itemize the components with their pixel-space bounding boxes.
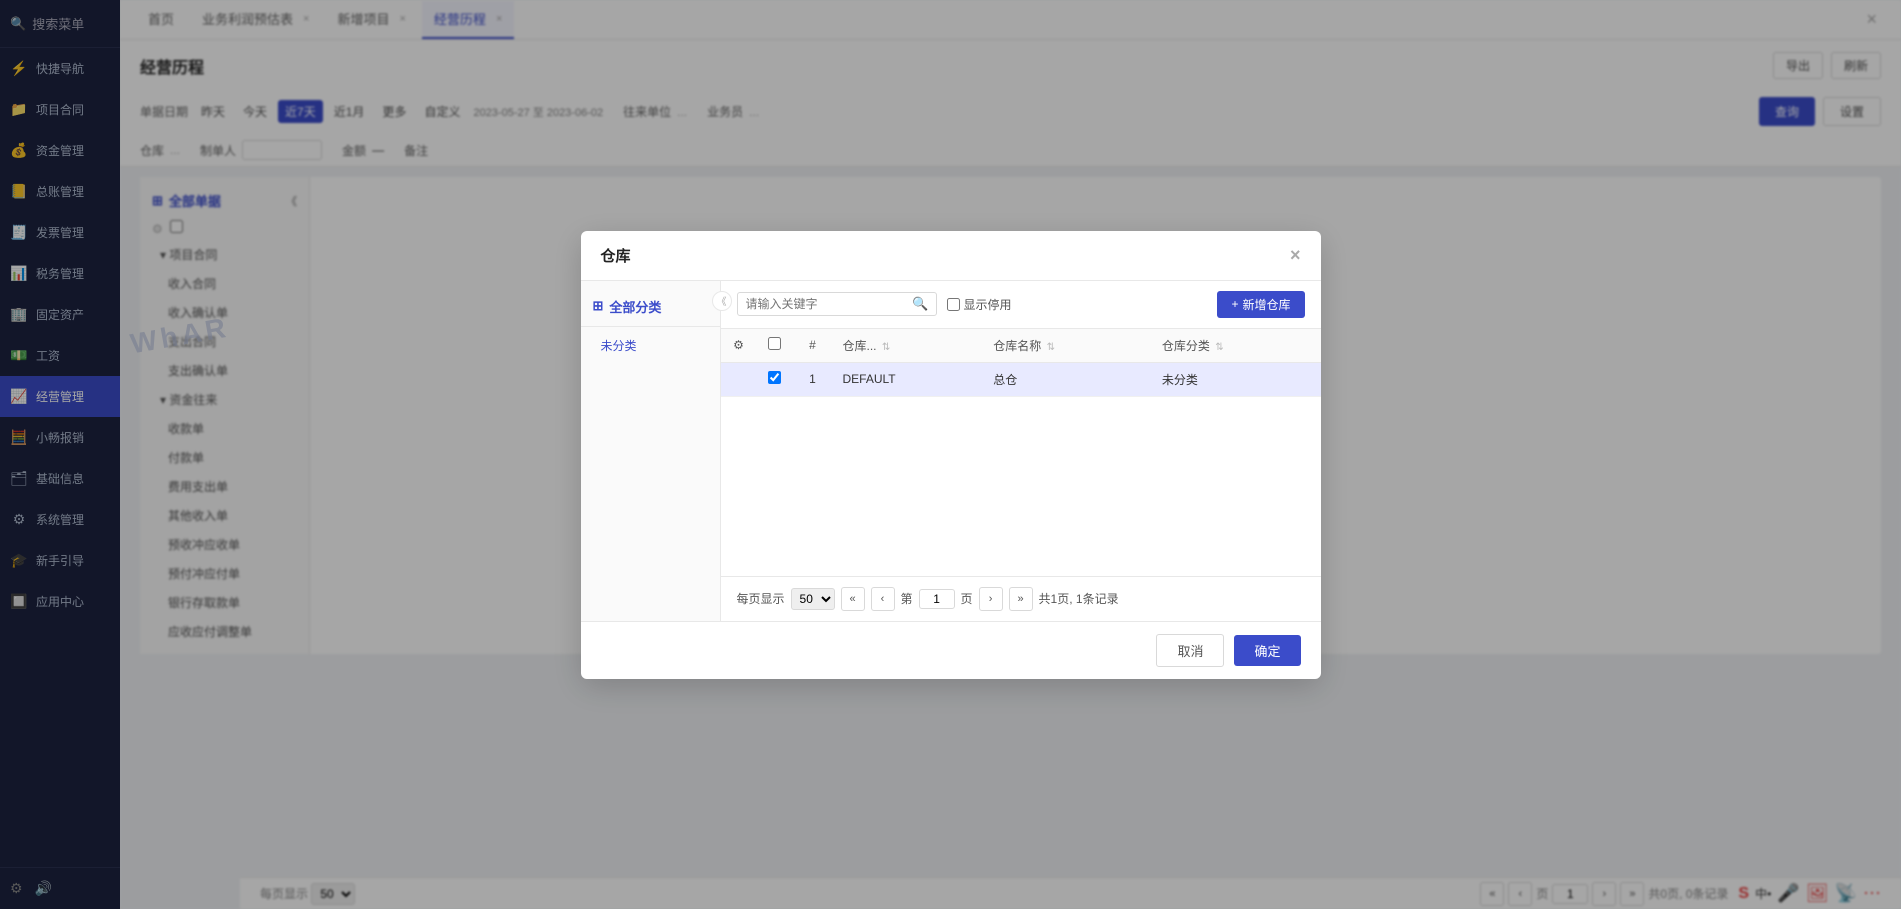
warehouse-modal: 仓库 × ⊞ 全部分类 《 未分类 🔍 xyxy=(581,231,1321,679)
modal-total-text: 共1页, 1条记录 xyxy=(1039,590,1119,607)
select-all-checkbox[interactable] xyxy=(768,337,781,350)
add-icon: + xyxy=(1231,297,1238,311)
modal-uncategorized-item[interactable]: 未分类 xyxy=(581,331,720,360)
modal-pagination: 每页显示 50 « ‹ 第 页 › » 共1页, 1条记录 xyxy=(721,576,1321,621)
page-size-label: 每页显示 xyxy=(737,590,785,607)
modal-page-label-pre: 第 xyxy=(901,590,913,607)
grid-icon-2: ⊞ xyxy=(593,298,604,314)
th-settings: ⚙ xyxy=(721,329,757,363)
modal-toolbar: 🔍 显示停用 + 新增仓库 xyxy=(721,281,1321,329)
modal-prev-page-btn[interactable]: ‹ xyxy=(871,587,895,611)
search-wrapper: 🔍 xyxy=(737,292,937,316)
warehouse-table: ⚙ # 仓库... ⇅ 仓库名称 xyxy=(721,329,1321,397)
sort-name-icon[interactable]: ⇅ xyxy=(1047,342,1055,353)
th-name-label: 仓库名称 xyxy=(993,339,1041,353)
modal-first-page-btn[interactable]: « xyxy=(841,587,865,611)
cancel-button[interactable]: 取消 xyxy=(1156,634,1224,667)
modal-table-container: ⚙ # 仓库... ⇅ 仓库名称 xyxy=(721,329,1321,576)
modal-right-panel: 🔍 显示停用 + 新增仓库 ⚙ xyxy=(721,281,1321,621)
th-category-label: 仓库分类 xyxy=(1162,339,1210,353)
modal-footer: 取消 确定 xyxy=(581,621,1321,679)
modal-page-label: 页 xyxy=(961,590,973,607)
modal-left-panel: ⊞ 全部分类 《 未分类 xyxy=(581,281,721,621)
td-settings xyxy=(721,362,757,396)
modal-header: 仓库 × xyxy=(581,231,1321,281)
show-disabled-label: 显示停用 xyxy=(964,296,1012,313)
show-disabled-checkbox-label[interactable]: 显示停用 xyxy=(947,296,1012,313)
modal-title: 仓库 xyxy=(601,245,631,266)
table-body: 1 DEFAULT 总仓 未分类 xyxy=(721,362,1321,396)
td-code: DEFAULT xyxy=(833,362,984,396)
th-checkbox xyxy=(757,329,793,363)
uncategorized-label: 未分类 xyxy=(601,339,637,353)
modal-page-size-select[interactable]: 50 xyxy=(791,588,835,610)
show-disabled-checkbox[interactable] xyxy=(947,298,960,311)
table-head: ⚙ # 仓库... ⇅ 仓库名称 xyxy=(721,329,1321,363)
modal-next-page-btn[interactable]: › xyxy=(979,587,1003,611)
td-name: 总仓 xyxy=(983,362,1152,396)
add-warehouse-button[interactable]: + 新增仓库 xyxy=(1217,291,1304,318)
th-num: # xyxy=(793,329,833,363)
settings-icon-th[interactable]: ⚙ xyxy=(733,338,744,352)
confirm-button[interactable]: 确定 xyxy=(1234,635,1300,666)
modal-body: ⊞ 全部分类 《 未分类 🔍 显示停用 + xyxy=(581,281,1321,621)
warehouse-search-input[interactable] xyxy=(737,292,937,316)
sort-code-icon[interactable]: ⇅ xyxy=(882,342,890,353)
modal-last-page-btn[interactable]: » xyxy=(1009,587,1033,611)
collapse-panel-btn[interactable]: 《 xyxy=(712,291,732,311)
all-category-label: 全部分类 xyxy=(609,297,661,316)
th-code: 仓库... ⇅ xyxy=(833,329,984,363)
td-category: 未分类 xyxy=(1152,362,1321,396)
th-name: 仓库名称 ⇅ xyxy=(983,329,1152,363)
modal-close-button[interactable]: × xyxy=(1290,245,1301,266)
table-row[interactable]: 1 DEFAULT 总仓 未分类 xyxy=(721,362,1321,396)
td-checkbox xyxy=(757,362,793,396)
th-code-label: 仓库... xyxy=(843,339,877,353)
sort-category-icon[interactable]: ⇅ xyxy=(1215,342,1223,353)
td-num: 1 xyxy=(793,362,833,396)
th-category: 仓库分类 ⇅ xyxy=(1152,329,1321,363)
row-checkbox-1[interactable] xyxy=(768,371,781,384)
modal-all-category[interactable]: ⊞ 全部分类 xyxy=(581,291,720,322)
modal-page-input[interactable] xyxy=(919,589,955,609)
search-icon-btn[interactable]: 🔍 xyxy=(912,296,928,312)
add-warehouse-label: 新增仓库 xyxy=(1242,296,1290,313)
table-header-row: ⚙ # 仓库... ⇅ 仓库名称 xyxy=(721,329,1321,363)
